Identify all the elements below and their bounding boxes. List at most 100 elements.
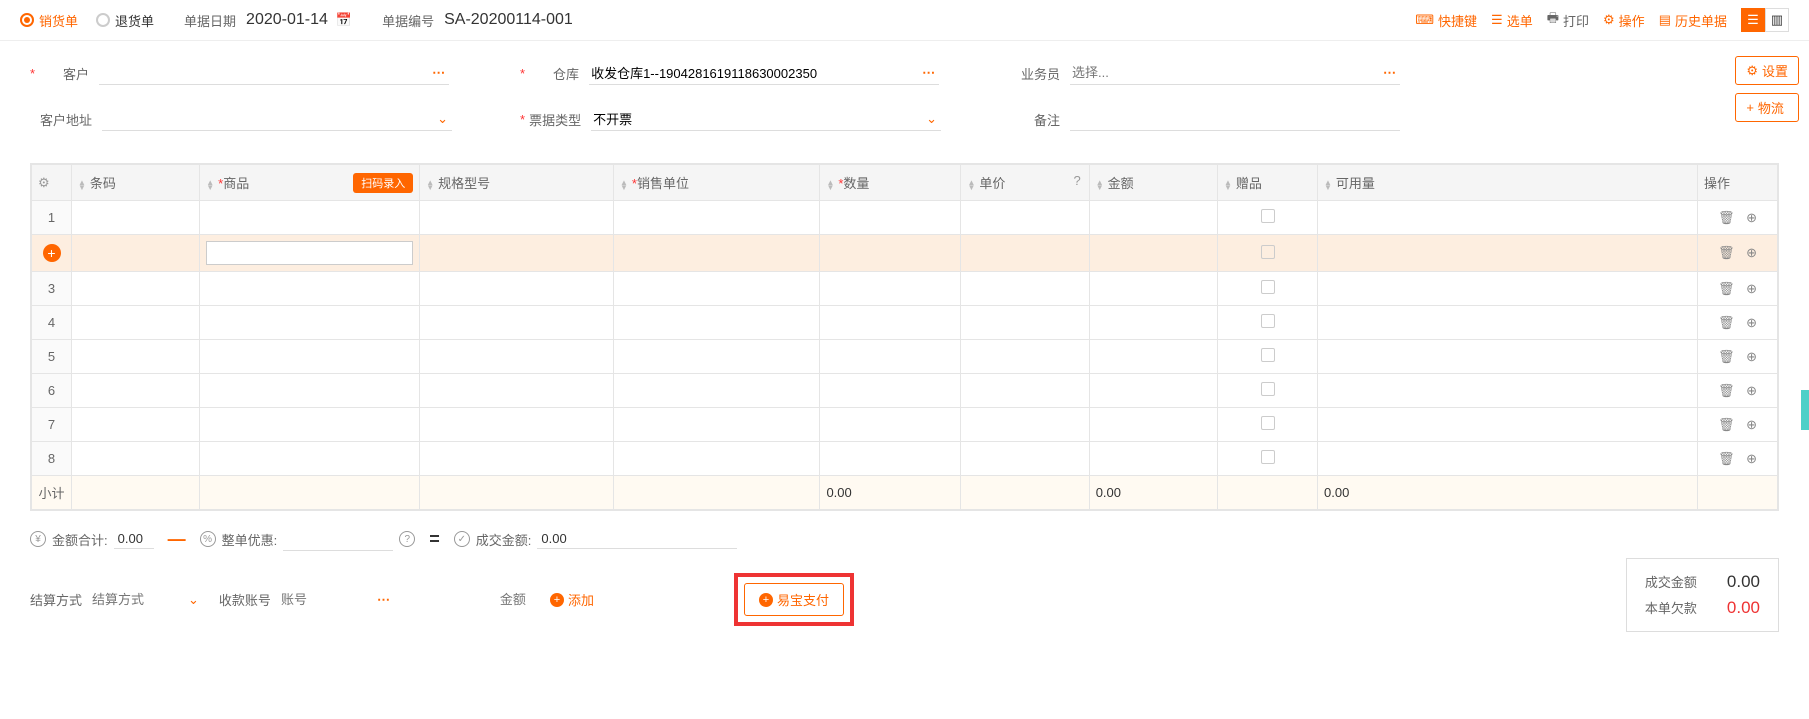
- cell-gift[interactable]: [1218, 408, 1318, 442]
- view-detail-button[interactable]: ▥: [1765, 8, 1789, 32]
- remark-input[interactable]: [1070, 107, 1400, 131]
- cell-unit[interactable]: [613, 272, 819, 306]
- date-value[interactable]: 2020-01-14: [246, 11, 328, 29]
- delete-row-icon[interactable]: 🗑: [1718, 245, 1735, 260]
- cell-price[interactable]: [961, 442, 1089, 476]
- table-row[interactable]: 3 🗑 ⊕: [32, 272, 1778, 306]
- select-order-button[interactable]: ☰选单: [1491, 11, 1533, 30]
- cell-price[interactable]: [961, 306, 1089, 340]
- cell-amount[interactable]: [1089, 340, 1217, 374]
- cell-unit[interactable]: [613, 306, 819, 340]
- cell-unit[interactable]: [613, 408, 819, 442]
- warehouse-input[interactable]: [589, 61, 939, 85]
- copy-row-icon[interactable]: ⊕: [1746, 245, 1757, 260]
- print-button[interactable]: 🖶打印: [1547, 9, 1589, 31]
- cell-barcode[interactable]: [72, 201, 200, 235]
- ybpay-button[interactable]: + 易宝支付: [744, 583, 844, 616]
- cell-qty[interactable]: [820, 408, 961, 442]
- cell-amount[interactable]: [1089, 442, 1217, 476]
- col-price[interactable]: ▲▼单价?: [961, 165, 1089, 201]
- cell-barcode[interactable]: [72, 272, 200, 306]
- cell-qty[interactable]: [820, 306, 961, 340]
- logistics-button[interactable]: +物流: [1735, 93, 1799, 122]
- copy-row-icon[interactable]: ⊕: [1746, 383, 1757, 398]
- cell-qty[interactable]: [820, 235, 961, 272]
- calendar-icon[interactable]: 📅: [336, 12, 352, 28]
- col-product[interactable]: ▲▼*商品扫码录入: [200, 165, 420, 201]
- customer-addr-input[interactable]: [102, 107, 452, 131]
- copy-row-icon[interactable]: ⊕: [1746, 315, 1757, 330]
- col-unit[interactable]: ▲▼*销售单位: [613, 165, 819, 201]
- cell-price[interactable]: [961, 235, 1089, 272]
- cell-gift[interactable]: [1218, 340, 1318, 374]
- cell-spec[interactable]: [420, 272, 614, 306]
- cell-price[interactable]: [961, 408, 1089, 442]
- cell-unit[interactable]: [613, 340, 819, 374]
- cell-qty[interactable]: [820, 340, 961, 374]
- gift-checkbox[interactable]: [1261, 450, 1275, 464]
- cell-price[interactable]: [961, 201, 1089, 235]
- table-row[interactable]: 4 🗑 ⊕: [32, 306, 1778, 340]
- gift-checkbox[interactable]: [1261, 416, 1275, 430]
- cell-spec[interactable]: [420, 442, 614, 476]
- settle-method-select[interactable]: [88, 588, 188, 611]
- radio-sales-order[interactable]: 销货单: [20, 11, 78, 30]
- table-row[interactable]: 5 🗑 ⊕: [32, 340, 1778, 374]
- cell-barcode[interactable]: [72, 306, 200, 340]
- cell-price[interactable]: [961, 340, 1089, 374]
- scan-input-button[interactable]: 扫码录入: [353, 173, 413, 193]
- cell-amount[interactable]: [1089, 235, 1217, 272]
- col-gift[interactable]: ▲▼赠品: [1218, 165, 1318, 201]
- gift-checkbox[interactable]: [1261, 245, 1275, 259]
- help-icon[interactable]: ?: [399, 531, 415, 547]
- delete-row-icon[interactable]: 🗑: [1718, 281, 1735, 296]
- copy-row-icon[interactable]: ⊕: [1746, 210, 1757, 225]
- cell-product[interactable]: [200, 235, 420, 272]
- chevron-down-icon[interactable]: ⌄: [188, 592, 199, 608]
- delete-row-icon[interactable]: 🗑: [1718, 417, 1735, 432]
- cell-qty[interactable]: [820, 272, 961, 306]
- operate-button[interactable]: ⚙操作: [1603, 11, 1645, 30]
- cell-spec[interactable]: [420, 374, 614, 408]
- delete-row-icon[interactable]: 🗑: [1718, 210, 1735, 225]
- shortcut-button[interactable]: ⌨快捷键: [1415, 11, 1477, 30]
- table-row[interactable]: 8 🗑 ⊕: [32, 442, 1778, 476]
- cell-spec[interactable]: [420, 340, 614, 374]
- cell-amount[interactable]: [1089, 374, 1217, 408]
- history-button[interactable]: ▤历史单据: [1659, 11, 1727, 30]
- cell-qty[interactable]: [820, 201, 961, 235]
- copy-row-icon[interactable]: ⊕: [1746, 281, 1757, 296]
- cell-amount[interactable]: [1089, 408, 1217, 442]
- cell-unit[interactable]: [613, 201, 819, 235]
- cell-gift[interactable]: [1218, 235, 1318, 272]
- table-row[interactable]: 1 🗑 ⊕: [32, 201, 1778, 235]
- help-icon[interactable]: ?: [1073, 173, 1080, 188]
- delete-row-icon[interactable]: 🗑: [1718, 451, 1735, 466]
- gift-checkbox[interactable]: [1261, 314, 1275, 328]
- cell-amount[interactable]: [1089, 306, 1217, 340]
- discount-input[interactable]: [283, 527, 393, 551]
- settings-button[interactable]: ⚙设置: [1735, 56, 1799, 85]
- cell-price[interactable]: [961, 374, 1089, 408]
- chevron-down-icon[interactable]: ⌄: [926, 111, 937, 127]
- cell-gift[interactable]: [1218, 272, 1318, 306]
- view-compact-button[interactable]: ☰: [1741, 8, 1765, 32]
- side-handle[interactable]: [1801, 390, 1809, 430]
- cell-qty[interactable]: [820, 442, 961, 476]
- delete-row-icon[interactable]: 🗑: [1718, 349, 1735, 364]
- more-icon[interactable]: ⋯: [1383, 65, 1396, 81]
- add-row-button[interactable]: +: [43, 244, 61, 262]
- cell-product[interactable]: [200, 272, 420, 306]
- col-barcode[interactable]: ▲▼条码: [72, 165, 200, 201]
- cell-unit[interactable]: [613, 442, 819, 476]
- invoice-type-input[interactable]: [591, 107, 941, 131]
- delete-row-icon[interactable]: 🗑: [1718, 383, 1735, 398]
- cell-product[interactable]: [200, 306, 420, 340]
- delete-row-icon[interactable]: 🗑: [1718, 315, 1735, 330]
- table-row[interactable]: 6 🗑 ⊕: [32, 374, 1778, 408]
- cell-unit[interactable]: [613, 374, 819, 408]
- cell-barcode[interactable]: [72, 442, 200, 476]
- gift-checkbox[interactable]: [1261, 348, 1275, 362]
- cell-gift[interactable]: [1218, 306, 1318, 340]
- col-qty[interactable]: ▲▼*数量: [820, 165, 961, 201]
